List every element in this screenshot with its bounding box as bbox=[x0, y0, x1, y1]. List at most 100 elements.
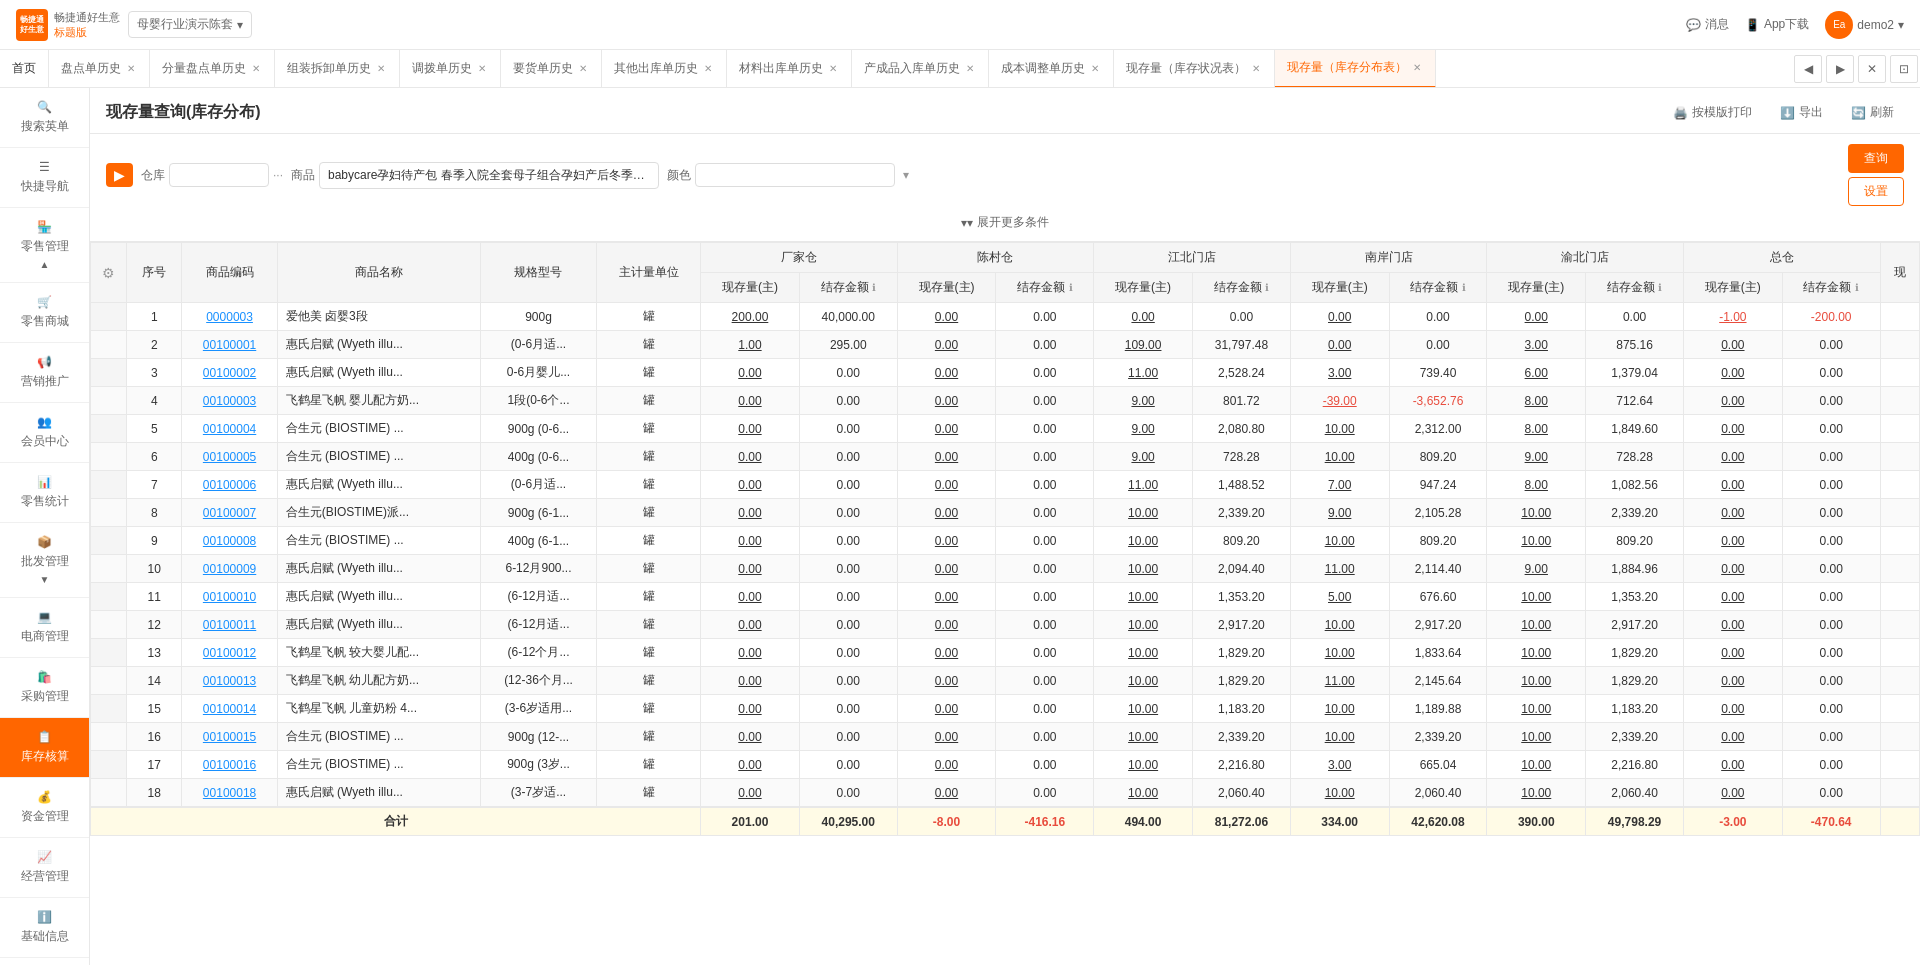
sidebar-item-retail-mgmt[interactable]: 🏪 零售管理 ▲ bbox=[0, 208, 89, 283]
cell-na-stock[interactable]: -39.00 bbox=[1290, 387, 1389, 415]
cell-code[interactable]: 00100013 bbox=[182, 667, 277, 695]
sidebar-item-wholesale[interactable]: 📦 批发管理 ▼ bbox=[0, 523, 89, 598]
cell-f-stock[interactable]: 0.00 bbox=[701, 611, 800, 639]
tab-close-2[interactable]: ✕ bbox=[250, 61, 262, 76]
cell-c-stock[interactable]: 0.00 bbox=[897, 387, 996, 415]
sidebar-item-search[interactable]: 🔍 搜索英单 bbox=[0, 88, 89, 148]
app-download-btn[interactable]: 📱 App下载 bbox=[1745, 16, 1809, 33]
cell-yb-stock[interactable]: 10.00 bbox=[1487, 667, 1586, 695]
cell-na-stock[interactable]: 5.00 bbox=[1290, 583, 1389, 611]
cell-f-stock[interactable]: 0.00 bbox=[701, 499, 800, 527]
cell-yb-stock[interactable]: 6.00 bbox=[1487, 359, 1586, 387]
cell-c-stock[interactable]: 0.00 bbox=[897, 751, 996, 779]
cell-code[interactable]: 00100015 bbox=[182, 723, 277, 751]
cell-na-stock[interactable]: 3.00 bbox=[1290, 359, 1389, 387]
cell-code[interactable]: 00100014 bbox=[182, 695, 277, 723]
cell-jb-stock[interactable]: 10.00 bbox=[1094, 499, 1193, 527]
tab-close-10[interactable]: ✕ bbox=[1250, 61, 1262, 76]
tab-prev-btn[interactable]: ◀ bbox=[1794, 55, 1822, 83]
cell-na-stock[interactable]: 10.00 bbox=[1290, 443, 1389, 471]
sidebar-item-retail-stats[interactable]: 📊 零售统计 bbox=[0, 463, 89, 523]
cell-yb-stock[interactable]: 9.00 bbox=[1487, 555, 1586, 583]
cell-c-stock[interactable]: 0.00 bbox=[897, 667, 996, 695]
cell-code[interactable]: 00100007 bbox=[182, 499, 277, 527]
cell-t-stock[interactable]: 0.00 bbox=[1683, 583, 1782, 611]
cell-c-stock[interactable]: 0.00 bbox=[897, 303, 996, 331]
industry-selector[interactable]: 母婴行业演示陈套 ▾ bbox=[128, 11, 252, 38]
tab-home[interactable]: 首页 bbox=[0, 50, 49, 88]
cell-t-stock[interactable]: 0.00 bbox=[1683, 471, 1782, 499]
cell-t-stock[interactable]: 0.00 bbox=[1683, 611, 1782, 639]
cell-t-stock[interactable]: 0.00 bbox=[1683, 695, 1782, 723]
cell-c-stock[interactable]: 0.00 bbox=[897, 779, 996, 808]
print-btn[interactable]: 🖨️ 按模版打印 bbox=[1663, 100, 1762, 125]
tab-3[interactable]: 组装拆卸单历史 ✕ bbox=[275, 50, 400, 88]
tab-close-4[interactable]: ✕ bbox=[476, 61, 488, 76]
cell-jb-stock[interactable]: 9.00 bbox=[1094, 415, 1193, 443]
sidebar-item-retail-mall[interactable]: 🛒 零售商城 bbox=[0, 283, 89, 343]
cell-yb-stock[interactable]: 0.00 bbox=[1487, 303, 1586, 331]
cell-jb-stock[interactable]: 10.00 bbox=[1094, 723, 1193, 751]
cell-t-stock[interactable]: 0.00 bbox=[1683, 359, 1782, 387]
message-btn[interactable]: 💬 消息 bbox=[1686, 16, 1729, 33]
cell-jb-stock[interactable]: 10.00 bbox=[1094, 583, 1193, 611]
tab-close-11[interactable]: ✕ bbox=[1411, 60, 1423, 75]
cell-code[interactable]: 00100012 bbox=[182, 639, 277, 667]
tab-10[interactable]: 现存量（库存状况表） ✕ bbox=[1114, 50, 1275, 88]
cell-jb-stock[interactable]: 10.00 bbox=[1094, 555, 1193, 583]
cell-yb-stock[interactable]: 10.00 bbox=[1487, 779, 1586, 808]
cell-code[interactable]: 00100002 bbox=[182, 359, 277, 387]
cell-t-stock[interactable]: 0.00 bbox=[1683, 331, 1782, 359]
sidebar-item-purchase[interactable]: 🛍️ 采购管理 bbox=[0, 658, 89, 718]
tab-close-9[interactable]: ✕ bbox=[1089, 61, 1101, 76]
tab-6[interactable]: 其他出库单历史 ✕ bbox=[602, 50, 727, 88]
sidebar-item-finance[interactable]: 💰 资金管理 bbox=[0, 778, 89, 838]
cell-na-stock[interactable]: 0.00 bbox=[1290, 331, 1389, 359]
tab-menu-btn[interactable]: ⊡ bbox=[1890, 55, 1918, 83]
cell-jb-stock[interactable]: 10.00 bbox=[1094, 695, 1193, 723]
tab-close-3[interactable]: ✕ bbox=[375, 61, 387, 76]
cell-code[interactable]: 00100011 bbox=[182, 611, 277, 639]
cell-t-stock[interactable]: -1.00 bbox=[1683, 303, 1782, 331]
cell-c-stock[interactable]: 0.00 bbox=[897, 639, 996, 667]
cell-c-stock[interactable]: 0.00 bbox=[897, 471, 996, 499]
cell-yb-stock[interactable]: 8.00 bbox=[1487, 415, 1586, 443]
cell-f-stock[interactable]: 0.00 bbox=[701, 723, 800, 751]
cell-f-stock[interactable]: 0.00 bbox=[701, 555, 800, 583]
cell-f-stock[interactable]: 0.00 bbox=[701, 359, 800, 387]
query-btn[interactable]: 查询 bbox=[1848, 144, 1904, 173]
cell-na-stock[interactable]: 9.00 bbox=[1290, 499, 1389, 527]
tab-2[interactable]: 分量盘点单历史 ✕ bbox=[150, 50, 275, 88]
product-input-container[interactable]: babycare孕妇待产包 春季入院全套母子组合孕妇产后冬季月子用品 22件套 … bbox=[319, 162, 659, 189]
cell-na-stock[interactable]: 10.00 bbox=[1290, 695, 1389, 723]
cell-jb-stock[interactable]: 9.00 bbox=[1094, 443, 1193, 471]
cell-jb-stock[interactable]: 10.00 bbox=[1094, 667, 1193, 695]
cell-c-stock[interactable]: 0.00 bbox=[897, 611, 996, 639]
cell-t-stock[interactable]: 0.00 bbox=[1683, 387, 1782, 415]
sidebar-item-member[interactable]: 👥 会员中心 bbox=[0, 403, 89, 463]
tab-11[interactable]: 现存量（库存分布表） ✕ bbox=[1275, 50, 1436, 88]
cell-na-stock[interactable]: 0.00 bbox=[1290, 303, 1389, 331]
cell-t-stock[interactable]: 0.00 bbox=[1683, 667, 1782, 695]
cell-t-stock[interactable]: 0.00 bbox=[1683, 779, 1782, 808]
cell-c-stock[interactable]: 0.00 bbox=[897, 695, 996, 723]
cell-f-stock[interactable]: 200.00 bbox=[701, 303, 800, 331]
cell-na-stock[interactable]: 7.00 bbox=[1290, 471, 1389, 499]
cell-c-stock[interactable]: 0.00 bbox=[897, 359, 996, 387]
tab-close-1[interactable]: ✕ bbox=[125, 61, 137, 76]
cell-jb-stock[interactable]: 11.00 bbox=[1094, 471, 1193, 499]
cell-na-stock[interactable]: 10.00 bbox=[1290, 723, 1389, 751]
tab-1[interactable]: 盘点单历史 ✕ bbox=[49, 50, 150, 88]
user-menu[interactable]: Ea demo2 ▾ bbox=[1825, 11, 1904, 39]
tab-9[interactable]: 成本调整单历史 ✕ bbox=[989, 50, 1114, 88]
cell-jb-stock[interactable]: 0.00 bbox=[1094, 303, 1193, 331]
cell-code[interactable]: 00100008 bbox=[182, 527, 277, 555]
sidebar-item-inventory[interactable]: 📋 库存核算 bbox=[0, 718, 89, 778]
cell-c-stock[interactable]: 0.00 bbox=[897, 527, 996, 555]
cell-yb-stock[interactable]: 10.00 bbox=[1487, 527, 1586, 555]
cell-code[interactable]: 00100004 bbox=[182, 415, 277, 443]
tab-close-5[interactable]: ✕ bbox=[577, 61, 589, 76]
cell-c-stock[interactable]: 0.00 bbox=[897, 583, 996, 611]
cell-yb-stock[interactable]: 10.00 bbox=[1487, 723, 1586, 751]
cell-jb-stock[interactable]: 10.00 bbox=[1094, 779, 1193, 808]
